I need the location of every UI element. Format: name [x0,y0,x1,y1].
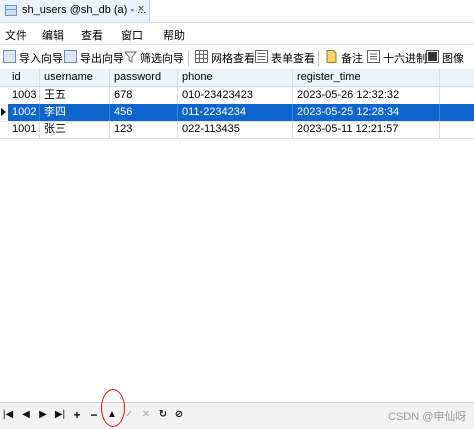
hex-icon [367,50,380,63]
toolbar-separator [188,50,189,66]
form-view-icon [255,50,268,63]
row-header[interactable] [0,87,8,104]
row-header[interactable] [0,104,8,121]
column-header-username[interactable]: username [40,69,110,86]
cell-phone[interactable]: 010-23423423 [178,87,293,104]
tab-title: sh_users @sh_db (a) - ... [22,4,147,16]
toolbar: 导入向导 导出向导 筛选向导 网格查看 表单查看 备注 十六进制 图像 [0,44,474,70]
document-tab[interactable]: sh_users @sh_db (a) - ... × [0,0,150,22]
stop-icon[interactable]: ⊘ [173,409,185,421]
grid-header: id username password phone register_time [0,69,474,87]
grid-view-icon [195,50,208,63]
prev-record-icon[interactable]: ◀ [20,409,32,421]
image-icon [426,50,439,63]
row-header[interactable] [0,121,8,138]
memo-icon [326,50,337,63]
cell-password[interactable]: 678 [110,87,178,104]
export-wizard-icon [64,50,77,63]
table-row[interactable]: 1001 张三 123 022-113435 2023-05-11 12:21:… [0,121,474,139]
table-icon [5,5,17,16]
watermark: CSDN @申仙呀 [388,411,467,423]
menu-file[interactable]: 文件 [5,27,27,43]
column-header-password[interactable]: password [110,69,178,86]
title-bar: sh_users @sh_db (a) - ... × [0,0,474,23]
cell-register-time[interactable]: 2023-05-25 12:28:34 [293,104,440,121]
cell-id[interactable]: 1002 [8,104,40,121]
column-header-phone[interactable]: phone [178,69,293,86]
current-row-arrow-icon [1,108,6,116]
refresh-icon[interactable]: ↻ [157,409,169,421]
cell-register-time[interactable]: 2023-05-11 12:21:57 [293,121,440,138]
next-record-icon[interactable]: ▶ [37,409,49,421]
menu-edit[interactable]: 编辑 [42,27,64,43]
menu-window[interactable]: 窗口 [121,27,143,43]
column-header-id[interactable]: id [8,69,40,86]
cancel-changes-icon[interactable]: ✕ [140,409,152,421]
cell-username[interactable]: 李四 [40,104,110,121]
cell-username[interactable]: 王五 [40,87,110,104]
cell-password[interactable]: 123 [110,121,178,138]
toolbar-separator [318,50,319,66]
first-record-icon[interactable]: |◀ [2,409,14,421]
add-record-icon[interactable]: + [71,409,83,421]
filter-icon [124,51,137,63]
close-icon[interactable]: × [138,3,144,15]
menu-view[interactable]: 查看 [81,27,103,43]
annotation-circle [101,389,125,427]
cell-phone[interactable]: 022-113435 [178,121,293,138]
cell-phone[interactable]: 011-2234234 [178,104,293,121]
cell-id[interactable]: 1003 [8,87,40,104]
menu-help[interactable]: 帮助 [163,27,185,43]
delete-record-icon[interactable]: − [88,409,100,421]
import-wizard-icon [3,50,16,63]
cell-username[interactable]: 张三 [40,121,110,138]
cell-id[interactable]: 1001 [8,121,40,138]
menu-bar: 文件 编辑 查看 窗口 帮助 [0,23,474,43]
cell-password[interactable]: 456 [110,104,178,121]
last-record-icon[interactable]: ▶| [54,409,66,421]
cell-register-time[interactable]: 2023-05-26 12:32:32 [293,87,440,104]
table-row[interactable]: 1003 王五 678 010-23423423 2023-05-26 12:3… [0,87,474,105]
column-header-register-time[interactable]: register_time [293,69,440,86]
table-row-selected[interactable]: 1002 李四 456 011-2234234 2023-05-25 12:28… [0,104,474,122]
